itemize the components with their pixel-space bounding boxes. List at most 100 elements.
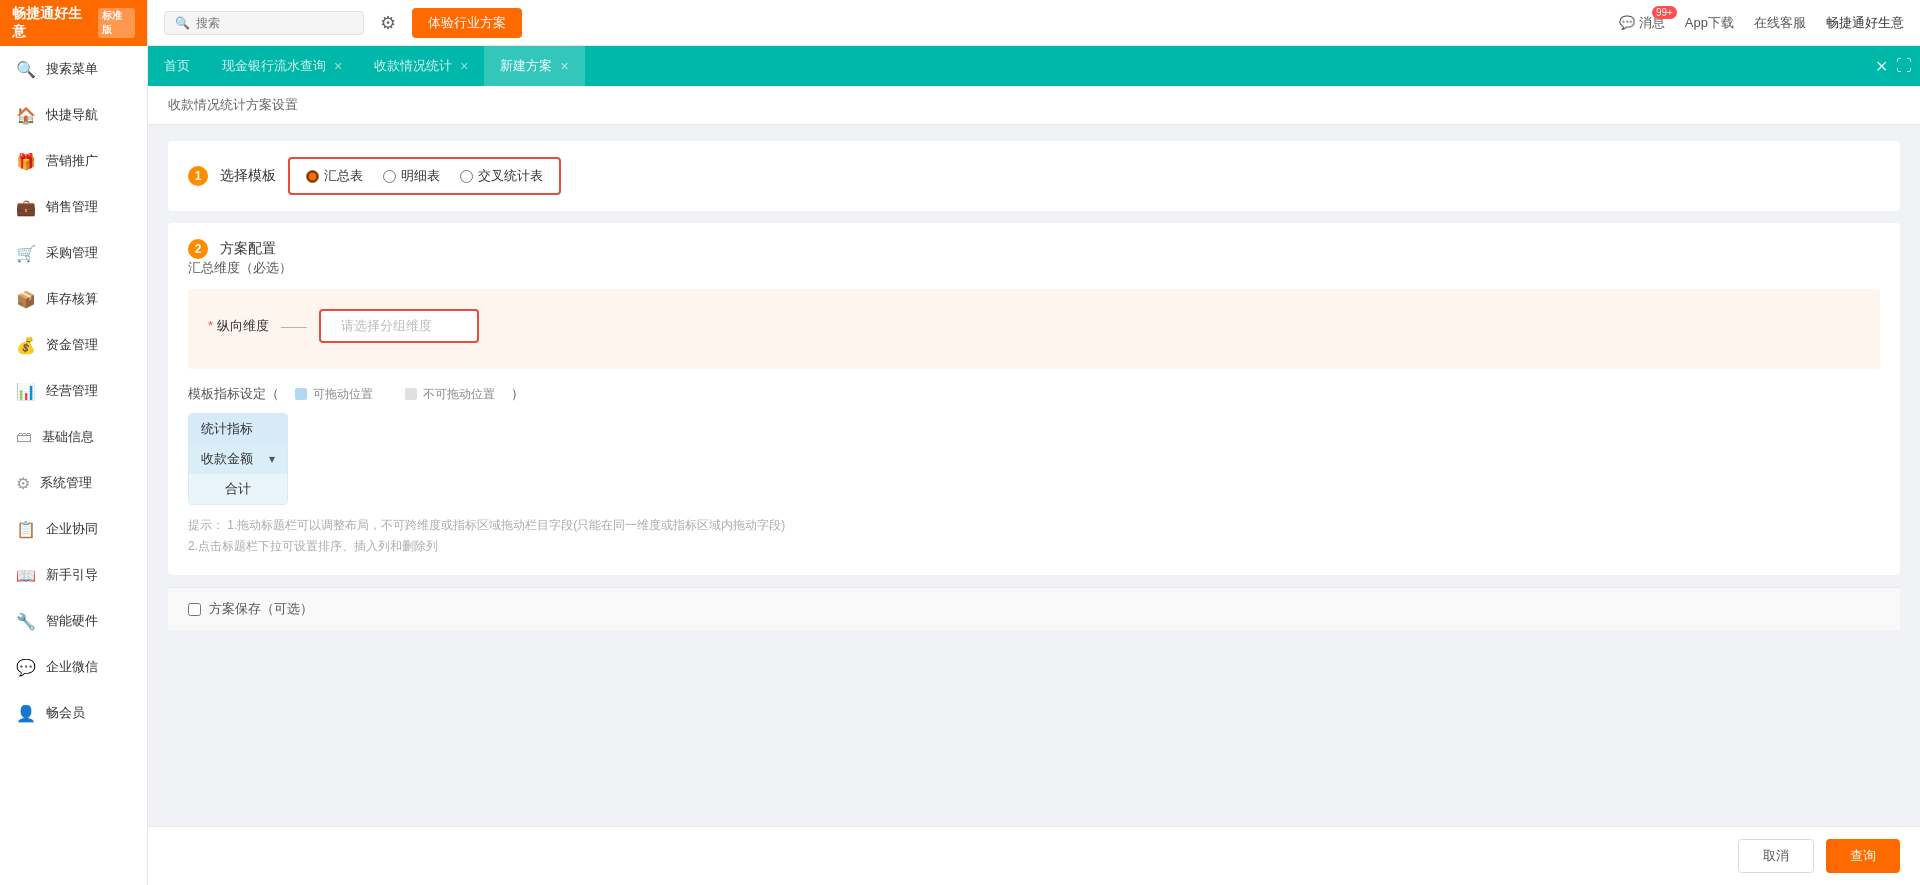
metrics-item-label: 收款金额 [201,450,253,468]
online-service-link[interactable]: 在线客服 [1754,14,1806,32]
sidebar-item-purchase[interactable]: 🛒 采购管理 [0,230,147,276]
movable-label: 可拖动位置 [313,386,373,403]
tab-bank-flow[interactable]: 现金银行流水查询 × [206,46,358,86]
radio-detail[interactable]: 明细表 [383,167,440,185]
radio-cross[interactable]: 交叉统计表 [460,167,543,185]
metrics-card-header: 统计指标 [189,414,287,444]
trial-industry-button[interactable]: 体验行业方案 [412,8,522,38]
tab-collection-stats-label: 收款情况统计 [374,57,452,75]
topbar-search-icon: 🔍 [175,16,190,30]
step1-section: 1 选择模板 汇总表 明细表 交叉统计表 [168,141,1900,211]
step2-header: 2 方案配置 [188,239,1880,259]
tab-close-all-icon[interactable]: ✕ [1875,57,1888,76]
chart-icon: 📊 [16,382,36,401]
radio-summary-input[interactable] [306,170,319,183]
summary-dimension-label: 汇总维度（必选） [188,259,1880,277]
sidebar-item-marketing[interactable]: 🎁 营销推广 [0,138,147,184]
dimension-row: * 纵向维度 —— 请选择分组维度 [208,309,1860,343]
sidebar-item-member[interactable]: 👤 畅会员 [0,690,147,736]
topbar: 🔍 ⚙ 体验行业方案 💬 消息 99+ App下载 在线客服 畅捷通好生意 [148,0,1920,46]
metrics-header: 模板指标设定（ 可拖动位置 不可拖动位置 [188,385,1880,403]
legend-movable: 可拖动位置 [295,386,373,403]
metrics-card-group: 统计指标 收款金额 ▾ 合计 [188,413,288,505]
sidebar-item-finance[interactable]: 💰 资金管理 [0,322,147,368]
legend-close-paren: ） [511,385,524,403]
radio-summary-label: 汇总表 [324,167,363,185]
tab-home[interactable]: 首页 [148,46,206,86]
step1-header: 1 选择模板 汇总表 明细表 交叉统计表 [188,157,1880,195]
dimension-placeholder[interactable]: 请选择分组维度 [319,309,479,343]
sidebar-item-search-menu[interactable]: 🔍 搜索菜单 [0,46,147,92]
sidebar-item-label: 快捷导航 [46,106,98,124]
sidebar-item-label: 资金管理 [46,336,98,354]
tab-new-plan[interactable]: 新建方案 × [484,46,584,86]
money-icon: 💰 [16,336,36,355]
search-icon: 🔍 [16,60,36,79]
radio-detail-input[interactable] [383,170,396,183]
sidebar-item-label: 智能硬件 [46,612,98,630]
step2-title: 方案配置 [220,240,276,258]
book-icon: 📖 [16,566,36,585]
sidebar-item-label: 库存核算 [46,290,98,308]
sidebar-item-label: 企业协同 [46,520,98,538]
sidebar-item-label: 基础信息 [42,428,94,446]
folder-icon: 🗃 [16,428,32,446]
settings-icon[interactable]: ⚙ [380,12,396,34]
radio-cross-input[interactable] [460,170,473,183]
main-area: 🔍 ⚙ 体验行业方案 💬 消息 99+ App下载 在线客服 畅捷通好生意 首页… [148,0,1920,885]
sidebar-item-label: 营销推广 [46,152,98,170]
topbar-search-box[interactable]: 🔍 [164,11,364,35]
sidebar-item-label: 畅会员 [46,704,85,722]
briefcase-icon: 💼 [16,198,36,217]
sidebar-item-enterprise-collab[interactable]: 📋 企业协同 [0,506,147,552]
save-label: 方案保存（可选） [209,600,313,618]
save-checkbox[interactable] [188,603,201,616]
query-button[interactable]: 查询 [1826,839,1900,873]
message-icon: 💬 [1619,15,1635,30]
metrics-subtotal: 合计 [189,474,287,504]
sidebar-item-guide[interactable]: 📖 新手引导 [0,552,147,598]
app-download-link[interactable]: App下载 [1685,14,1734,32]
tab-collection-stats-close[interactable]: × [460,58,468,74]
tab-bank-flow-label: 现金银行流水查询 [222,57,326,75]
movable-dot [295,388,307,400]
message-badge[interactable]: 💬 消息 99+ [1619,14,1665,32]
sidebar-item-system[interactable]: ⚙ 系统管理 [0,460,147,506]
save-section: 方案保存（可选） [168,587,1900,630]
step1-title: 选择模板 [220,167,276,185]
tab-collection-stats[interactable]: 收款情况统计 × [358,46,484,86]
sidebar-item-label: 经营管理 [46,382,98,400]
footer-bar: 取消 查询 [148,826,1920,885]
tab-bank-flow-close[interactable]: × [334,58,342,74]
search-input[interactable] [196,16,336,30]
username-display: 畅捷通好生意 [1826,14,1904,32]
sidebar-item-quick-nav[interactable]: 🏠 快捷导航 [0,92,147,138]
cart-icon: 🛒 [16,244,36,263]
fixed-dot [405,388,417,400]
box-icon: 📦 [16,290,36,309]
gift-icon: 🎁 [16,152,36,171]
home-icon: 🏠 [16,106,36,125]
tips-section: 提示： 1.拖动标题栏可以调整布局，不可跨维度或指标区域拖动栏目字段(只能在同一… [188,517,1880,555]
logo-text: 畅捷通好生意 [12,5,94,41]
sidebar-item-operation[interactable]: 📊 经营管理 [0,368,147,414]
sidebar-item-inventory[interactable]: 📦 库存核算 [0,276,147,322]
tab-expand-icon[interactable]: ⛶ [1896,57,1912,75]
radio-detail-label: 明细表 [401,167,440,185]
sidebar-item-sales[interactable]: 💼 销售管理 [0,184,147,230]
fixed-label: 不可拖动位置 [423,386,495,403]
sidebar-item-basic-info[interactable]: 🗃 基础信息 [0,414,147,460]
cancel-button[interactable]: 取消 [1738,839,1814,873]
tab-new-plan-close[interactable]: × [560,58,568,74]
content-area: 收款情况统计方案设置 1 选择模板 汇总表 明细表 [148,86,1920,885]
metrics-item-header[interactable]: 收款金额 ▾ [189,444,287,474]
sidebar-logo: 畅捷通好生意 标准版 [0,0,147,46]
metrics-dropdown-icon[interactable]: ▾ [269,452,275,466]
sidebar-item-enterprise-wechat[interactable]: 💬 企业微信 [0,644,147,690]
hardware-icon: 🔧 [16,612,36,631]
vertical-dimension-label: * 纵向维度 [208,317,269,335]
sidebar-item-smart-hardware[interactable]: 🔧 智能硬件 [0,598,147,644]
tabbar-actions: ✕ ⛶ [1875,46,1920,86]
radio-summary[interactable]: 汇总表 [306,167,363,185]
sidebar-item-label: 搜索菜单 [46,60,98,78]
